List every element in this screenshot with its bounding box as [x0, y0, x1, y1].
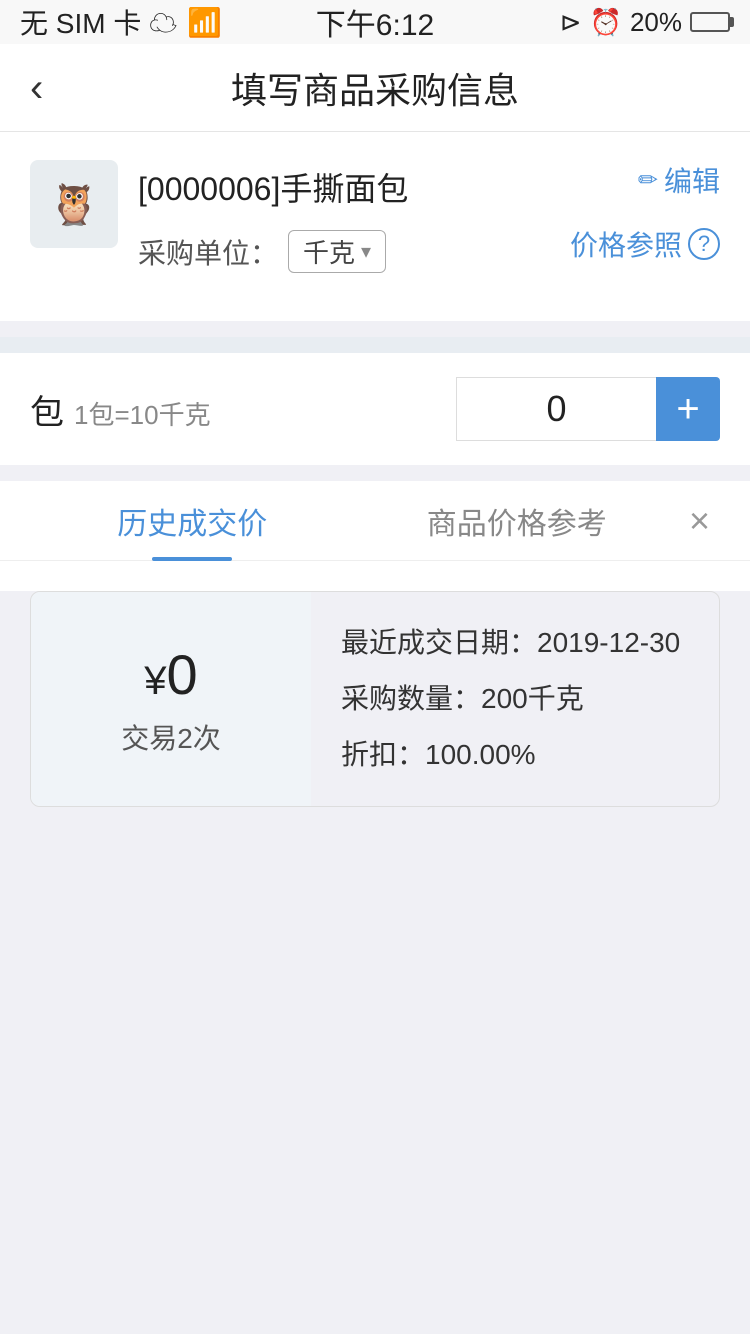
history-date-row: 最近成交日期：2019-12-30 — [341, 622, 689, 664]
status-left: 无 SIM 卡 ☁ 📶 — [20, 2, 222, 42]
quantity-label: 包 1包=10千克 — [30, 385, 211, 434]
quantity-unit: 包 — [30, 385, 64, 434]
page-title: 填写商品采购信息 — [231, 62, 519, 114]
discount-value: 100.00% — [425, 739, 536, 770]
price-ref-label: 价格参照 — [570, 224, 682, 264]
history-quantity-row: 采购数量：200千克 — [341, 678, 689, 720]
product-thumbnail: 🦉 — [30, 160, 118, 248]
dropdown-arrow-icon: ▾ — [361, 239, 371, 264]
tab-product-price-ref[interactable]: 商品价格参考 — [354, 481, 678, 561]
wifi-icon: 📶 — [187, 6, 222, 39]
status-bar: 无 SIM 卡 ☁ 📶 下午6:12 ⊳ ⏰ 20% — [0, 0, 750, 44]
quantity-plus-button[interactable]: + — [656, 377, 720, 441]
tab-content-area: ¥0 交易2次 最近成交日期：2019-12-30 采购数量：200千克 折扣：… — [0, 591, 750, 1191]
battery-percentage: 20% — [630, 7, 682, 38]
unit-select[interactable]: 千克 ▾ — [288, 230, 386, 273]
tab-close-button[interactable]: × — [679, 500, 720, 542]
quantity-sub-unit: 1包=10千克 — [74, 395, 211, 432]
price-ref-button[interactable]: 价格参照 ? — [570, 220, 720, 264]
back-button[interactable]: ‹ — [30, 68, 43, 108]
status-time: 下午6:12 — [316, 0, 434, 44]
tab-history-price[interactable]: 历史成交价 — [30, 481, 354, 561]
history-details-section: 最近成交日期：2019-12-30 采购数量：200千克 折扣：100.00% — [311, 592, 719, 806]
product-info: [0000006]手撕面包 采购单位： 千克 ▾ — [138, 160, 408, 273]
quantity-row: 包 1包=10千克 0 + — [0, 353, 750, 465]
unit-value: 千克 — [303, 233, 355, 270]
product-unit-row: 采购单位： 千克 ▾ — [138, 230, 408, 273]
tab-header: 历史成交价 商品价格参考 × — [0, 481, 750, 561]
status-right: ⊳ ⏰ 20% — [560, 7, 730, 38]
edit-button[interactable]: ✏ 编辑 — [638, 160, 720, 200]
battery-icon — [690, 12, 730, 32]
quantity-controls: 0 + — [456, 377, 720, 441]
tab-price-ref-label: 商品价格参考 — [427, 499, 607, 543]
recent-date-value: 2019-12-30 — [537, 627, 680, 658]
info-icon: ? — [688, 228, 720, 260]
discount-label: 折扣： — [341, 739, 425, 770]
product-card: 🦉 [0000006]手撕面包 采购单位： 千克 ▾ ✏ 编辑 价格参照 — [0, 132, 750, 321]
alarm-icon: ⏰ — [590, 7, 622, 38]
edit-icon: ✏ — [638, 166, 658, 195]
sim-signal-text: 无 SIM 卡 ☁ — [20, 2, 177, 42]
history-card: ¥0 交易2次 最近成交日期：2019-12-30 采购数量：200千克 折扣：… — [30, 591, 720, 807]
edit-label: 编辑 — [664, 160, 720, 200]
history-discount-row: 折扣：100.00% — [341, 734, 689, 776]
quantity-label-text: 采购数量： — [341, 683, 481, 714]
gray-divider — [0, 337, 750, 353]
product-left: 🦉 [0000006]手撕面包 采购单位： 千克 ▾ — [30, 160, 408, 273]
history-price-section: ¥0 交易2次 — [31, 592, 311, 806]
price-number: 0 — [167, 643, 198, 706]
history-price-value: ¥0 — [144, 642, 197, 707]
product-icon: 🦉 — [49, 181, 99, 228]
nav-bar: ‹ 填写商品采购信息 — [0, 44, 750, 132]
product-header: 🦉 [0000006]手撕面包 采购单位： 千克 ▾ ✏ 编辑 价格参照 — [30, 160, 720, 273]
unit-label: 采购单位： — [138, 232, 278, 272]
currency-symbol: ¥ — [144, 659, 166, 703]
quantity-value: 200千克 — [481, 683, 584, 714]
history-trade-count: 交易2次 — [121, 717, 221, 757]
tab-section: 历史成交价 商品价格参考 × ¥0 交易2次 最近成交日期：2019-12-30… — [0, 481, 750, 1191]
recent-date-label: 最近成交日期： — [341, 627, 537, 658]
location-icon: ⊳ — [560, 7, 582, 38]
quantity-input[interactable]: 0 — [456, 377, 656, 441]
tab-history-label: 历史成交价 — [117, 499, 267, 543]
product-name: [0000006]手撕面包 — [138, 164, 408, 210]
